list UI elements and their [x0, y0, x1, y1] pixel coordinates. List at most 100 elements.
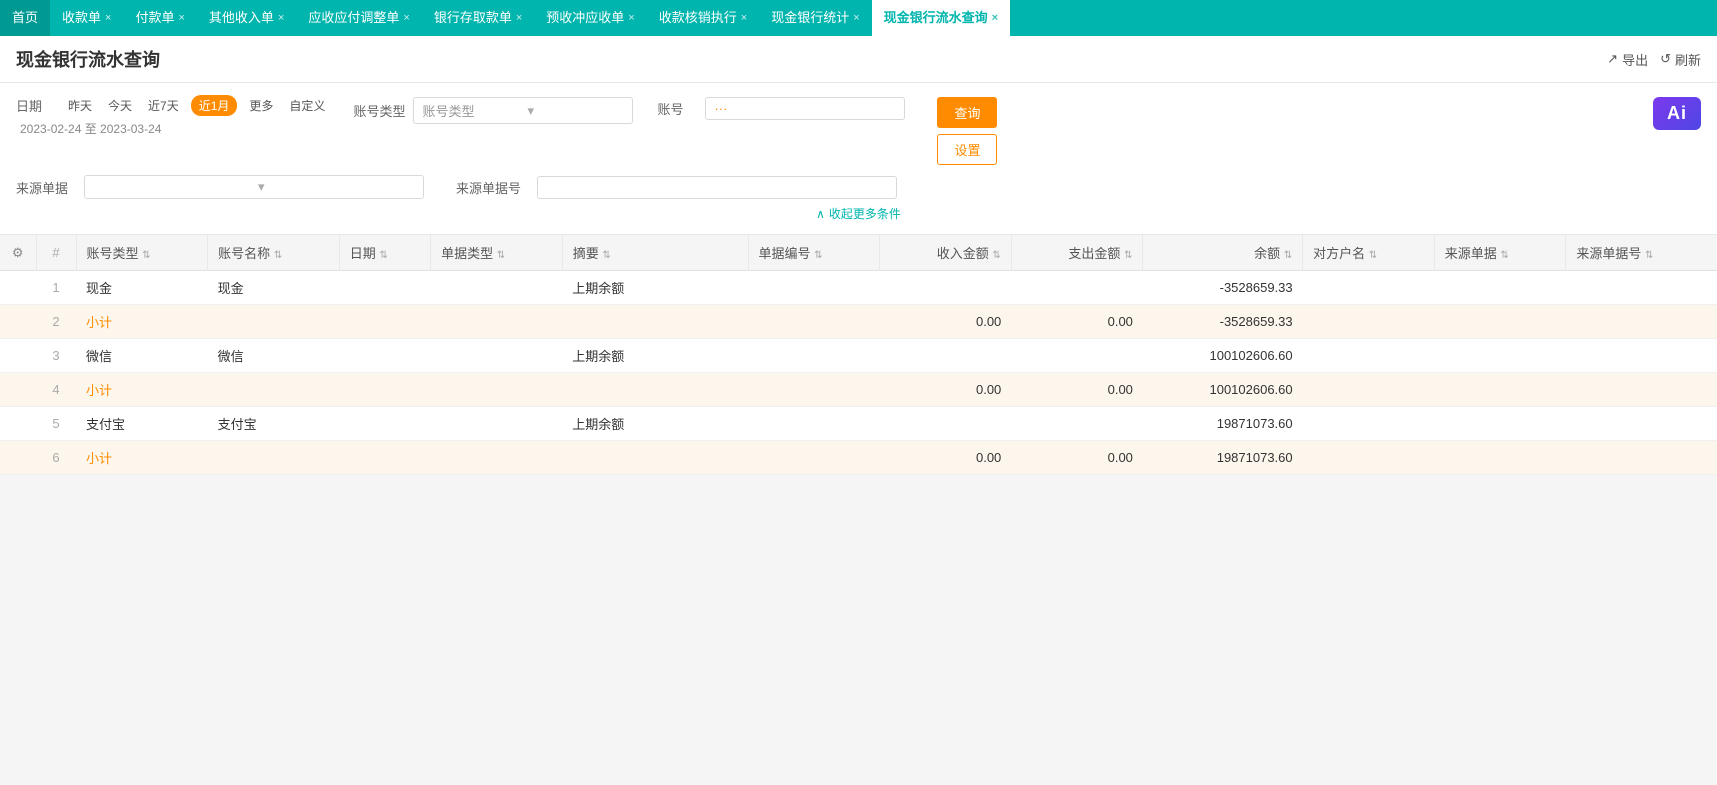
nav-item-bank-deposit[interactable]: 银行存取款单 × [422, 0, 534, 36]
table-row[interactable]: 4小计0.000.00100102606.60 [0, 373, 1717, 407]
settings-button[interactable]: 设置 [937, 134, 997, 165]
column-source-doc[interactable]: 来源单据 ⇅ [1434, 235, 1566, 271]
source-doc-num-input-wrap [537, 176, 897, 199]
column-balance[interactable]: 余额 ⇅ [1143, 235, 1303, 271]
row-num: 1 [36, 271, 76, 305]
export-button[interactable]: ↗ 导出 [1607, 50, 1648, 69]
nav-item-receipt[interactable]: 收款单 × [50, 0, 123, 36]
row-date [339, 339, 430, 373]
nav-item-statistics[interactable]: 现金银行统计 × [759, 0, 871, 36]
row-counterpart [1303, 373, 1435, 407]
page-title: 现金银行流水查询 [16, 46, 160, 72]
account-type-dropdown-icon: ▾ [527, 103, 624, 119]
nav-item-other-income[interactable]: 其他收入单 × [197, 0, 296, 36]
nav-close-adjustment[interactable]: × [403, 0, 409, 36]
account-type-placeholder: 账号类型 [422, 101, 519, 120]
row-account-type: 小计 [76, 305, 208, 339]
account-dots: ··· [714, 101, 896, 116]
nav-item-home[interactable]: 首页 [0, 0, 50, 36]
nav-close-bank-deposit[interactable]: × [516, 0, 522, 36]
row-balance: -3528659.33 [1143, 271, 1303, 305]
row-balance: 100102606.60 [1143, 373, 1303, 407]
page-header: 现金银行流水查询 ↗ 导出 ↺ 刷新 [0, 36, 1717, 83]
table-row[interactable]: 2小计0.000.00-3528659.33 [0, 305, 1717, 339]
refresh-button[interactable]: ↺ 刷新 [1660, 50, 1701, 69]
row-doc-type [431, 339, 563, 373]
row-doc-no [748, 305, 880, 339]
column-expense[interactable]: 支出金额 ⇅ [1011, 235, 1143, 271]
account-input[interactable]: ··· [705, 97, 905, 120]
refresh-label: 刷新 [1675, 50, 1701, 69]
shortcut-yesterday[interactable]: 昨天 [64, 95, 96, 116]
row-num: 4 [36, 373, 76, 407]
row-expense [1011, 271, 1143, 305]
date-filter-group: 日期 昨天 今天 近7天 近1月 更多 自定义 2023-02-24 至 202… [16, 95, 329, 137]
nav-item-cashflow[interactable]: 现金银行流水查询 × [872, 0, 1010, 36]
column-account-name[interactable]: 账号名称 ⇅ [208, 235, 340, 271]
column-doc-type[interactable]: 单据类型 ⇅ [431, 235, 563, 271]
nav-item-pre-receipt[interactable]: 预收冲应收单 × [534, 0, 646, 36]
column-counterpart[interactable]: 对方户名 ⇅ [1303, 235, 1435, 271]
table-row[interactable]: 1现金现金上期余额-3528659.33 [0, 271, 1717, 305]
row-select [0, 373, 36, 407]
row-num: 5 [36, 407, 76, 441]
column-settings[interactable]: ⚙ [0, 235, 36, 271]
row-date [339, 305, 430, 339]
row-select [0, 441, 36, 475]
row-doc-type [431, 441, 563, 475]
table-row[interactable]: 6小计0.000.0019871073.60 [0, 441, 1717, 475]
row-source-doc [1434, 271, 1566, 305]
column-source-doc-no[interactable]: 来源单据号 ⇅ [1566, 235, 1717, 271]
nav-item-verification[interactable]: 收款核销执行 × [647, 0, 759, 36]
row-account-name [208, 441, 340, 475]
column-income[interactable]: 收入金额 ⇅ [880, 235, 1012, 271]
shortcut-7days[interactable]: 近7天 [144, 95, 183, 116]
row-summary [562, 373, 748, 407]
shortcut-today[interactable]: 今天 [104, 95, 136, 116]
top-nav: 首页 收款单 × 付款单 × 其他收入单 × 应收应付调整单 × 银行存取款单 … [0, 0, 1717, 36]
row-source-doc [1434, 305, 1566, 339]
column-account-type[interactable]: 账号类型 ⇅ [76, 235, 208, 271]
row-income [880, 339, 1012, 373]
row-source-doc-no [1566, 407, 1717, 441]
nav-close-other-income[interactable]: × [278, 0, 284, 36]
row-date [339, 373, 430, 407]
row-num: 6 [36, 441, 76, 475]
shortcut-1month[interactable]: 近1月 [191, 95, 238, 116]
nav-close-verification[interactable]: × [741, 0, 747, 36]
row-summary: 上期余额 [562, 339, 748, 373]
row-source-doc [1434, 441, 1566, 475]
row-expense: 0.00 [1011, 441, 1143, 475]
shortcut-more[interactable]: 更多 [245, 95, 277, 116]
query-button[interactable]: 查询 [937, 97, 997, 128]
column-summary[interactable]: 摘要 ⇅ [562, 235, 748, 271]
source-doc-select[interactable]: ▾ [84, 175, 424, 199]
filter-row-2: 来源单据 ▾ 来源单据号 [16, 175, 1701, 199]
nav-item-payment[interactable]: 付款单 × [123, 0, 196, 36]
row-expense: 0.00 [1011, 373, 1143, 407]
collapse-up-icon: ∧ [816, 207, 825, 221]
row-counterpart [1303, 271, 1435, 305]
row-num: 2 [36, 305, 76, 339]
row-select [0, 305, 36, 339]
column-date[interactable]: 日期 ⇅ [339, 235, 430, 271]
row-counterpart [1303, 305, 1435, 339]
table-row[interactable]: 5支付宝支付宝上期余额19871073.60 [0, 407, 1717, 441]
nav-close-cashflow[interactable]: × [992, 0, 998, 36]
account-type-select[interactable]: 账号类型 ▾ [413, 97, 633, 124]
nav-close-pre-receipt[interactable]: × [628, 0, 634, 36]
nav-close-payment[interactable]: × [178, 0, 184, 36]
table-row[interactable]: 3微信微信上期余额100102606.60 [0, 339, 1717, 373]
shortcut-custom[interactable]: 自定义 [285, 95, 329, 116]
row-doc-type [431, 305, 563, 339]
ai-badge[interactable]: Ai [1653, 97, 1701, 130]
nav-close-statistics[interactable]: × [853, 0, 859, 36]
row-source-doc-no [1566, 271, 1717, 305]
nav-item-adjustment[interactable]: 应收应付调整单 × [296, 0, 421, 36]
source-doc-num-input[interactable] [546, 180, 888, 195]
refresh-icon: ↺ [1660, 51, 1671, 67]
nav-close-receipt[interactable]: × [105, 0, 111, 36]
data-table: ⚙ # 账号类型 ⇅ 账号名称 ⇅ 日期 ⇅ 单据类型 ⇅ 摘要 ⇅ 单据编号 … [0, 235, 1717, 475]
collapse-button[interactable]: ∧ 收起更多条件 [816, 205, 901, 222]
column-doc-no[interactable]: 单据编号 ⇅ [748, 235, 880, 271]
